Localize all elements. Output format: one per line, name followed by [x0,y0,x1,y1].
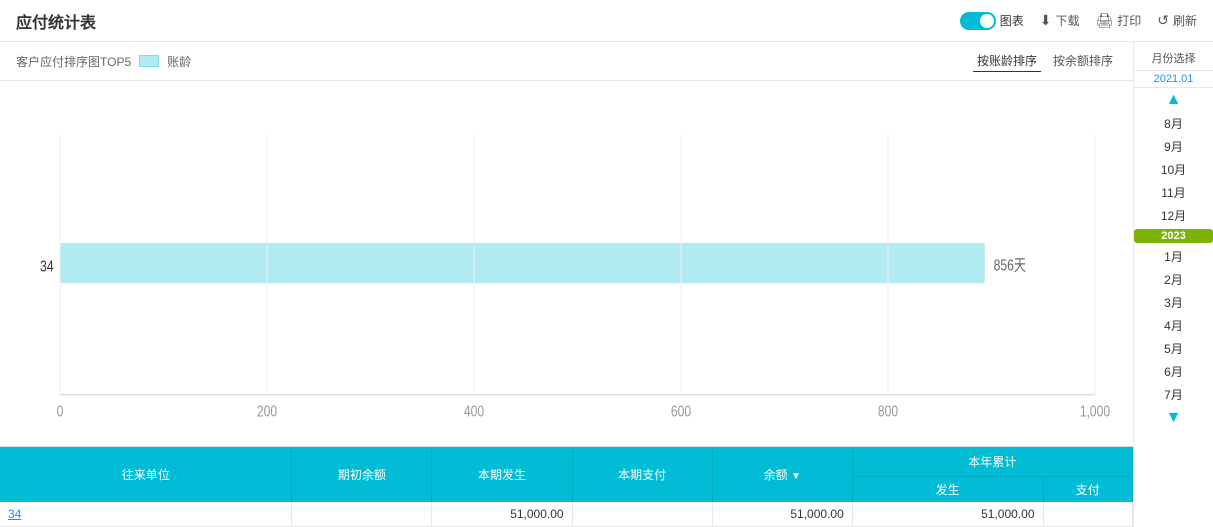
month-item-11[interactable]: 11月 [1134,181,1213,204]
month-item-3[interactable]: 3月 [1134,291,1213,314]
svg-text:0: 0 [57,402,64,420]
print-button[interactable]: 🖨 打印 [1095,12,1141,29]
legend-label: 客户应付排序图TOP5 [16,53,131,70]
svg-text:856天: 856天 [994,256,1026,274]
year-input[interactable]: 2021.01 [1134,71,1213,88]
month-item-1[interactable]: 1月 [1134,245,1213,268]
data-table: 往来单位 期初余额 本期发生 本期支付 余额 ▼ 本年累计 发生 [0,447,1133,527]
download-label: 下载 [1055,12,1079,29]
nav-up-arrow[interactable]: ▲ [1164,90,1184,110]
header-actions: 图表 ⬇ 下载 🖨 打印 ↺ 刷新 [960,12,1197,30]
chart-topbar: 客户应付排序图TOP5 账龄 按账龄排序 按余额排序 [0,42,1133,81]
chart-area: 34 856天 0 200 400 600 800 1,000 [0,81,1133,446]
table-row: 34 51,000.00 51,000.00 51,000.00 [0,502,1133,527]
col-current-occur-header: 本期发生 [432,447,572,502]
chart-panel: 客户应付排序图TOP5 账龄 按账龄排序 按余额排序 34 856天 [0,42,1133,527]
chart-sort-buttons: 按账龄排序 按余额排序 [973,50,1117,72]
bar-chart: 34 856天 0 200 400 600 800 1,000 [16,91,1117,438]
chart-legend: 客户应付排序图TOP5 账龄 [16,53,191,70]
svg-text:800: 800 [878,402,898,420]
refresh-label: 刷新 [1173,12,1197,29]
chart-toggle[interactable] [960,12,996,30]
month-item-10[interactable]: 10月 [1134,158,1213,181]
refresh-button[interactable]: ↺ 刷新 [1157,12,1197,29]
sidebar-title: 月份选择 [1134,46,1213,71]
svg-text:1,000: 1,000 [1080,402,1110,420]
cell-current-pay [572,502,712,527]
chart-toggle-wrap: 图表 [960,12,1024,30]
cell-balance: 51,000.00 [712,502,852,527]
col-ytd-occur-header: 发生 [852,477,1043,503]
svg-text:600: 600 [671,402,691,420]
col-ytd-header: 本年累计 [852,447,1132,477]
svg-text:400: 400 [464,402,484,420]
month-item-12[interactable]: 12月 [1134,204,1213,227]
sort-by-balance-button[interactable]: 按余额排序 [1049,50,1117,72]
month-item-2[interactable]: 2月 [1134,268,1213,291]
refresh-icon: ↺ [1157,12,1169,29]
col-opening-header: 期初余额 [292,447,432,502]
svg-text:34: 34 [40,257,54,275]
download-icon: ⬇ [1040,12,1052,29]
download-button[interactable]: ⬇ 下载 [1040,12,1080,29]
month-list: 8月 9月 10月 11月 12月 2023 1月 2月 3月 4月 5月 6月… [1134,112,1213,406]
cell-ytd-occur: 51,000.00 [852,502,1043,527]
header: 应付统计表 图表 ⬇ 下载 🖨 打印 ↺ 刷新 [0,0,1213,42]
month-item-6[interactable]: 6月 [1134,360,1213,383]
cell-ytd-pay [1043,502,1133,527]
nav-down-arrow[interactable]: ▼ [1164,408,1184,428]
chart-toggle-label: 图表 [1000,12,1024,29]
col-balance-header: 余额 ▼ [712,447,852,502]
legend-box [139,55,159,67]
cell-unit[interactable]: 34 [0,502,292,527]
col-ytd-pay-header: 支付 [1043,477,1133,503]
month-item-8[interactable]: 8月 [1134,112,1213,135]
svg-text:200: 200 [257,402,277,420]
col-current-pay-header: 本期支付 [572,447,712,502]
content-area: 客户应付排序图TOP5 账龄 按账龄排序 按余额排序 34 856天 [0,42,1213,527]
col-unit-header: 往来单位 [0,447,292,502]
month-item-7[interactable]: 7月 [1134,383,1213,406]
legend-box-label: 账龄 [167,53,191,70]
month-item-5[interactable]: 5月 [1134,337,1213,360]
cell-current-occur: 51,000.00 [432,502,572,527]
print-icon: 🖨 [1095,12,1113,29]
table-area: 往来单位 期初余额 本期发生 本期支付 余额 ▼ 本年累计 发生 [0,446,1133,527]
cell-opening [292,502,432,527]
main-container: 应付统计表 图表 ⬇ 下载 🖨 打印 ↺ 刷新 [0,0,1213,527]
month-selector-sidebar: 月份选择 2021.01 ▲ 8月 9月 10月 11月 12月 2023 1月… [1133,42,1213,527]
month-item-9[interactable]: 9月 [1134,135,1213,158]
year-badge-2023: 2023 [1134,229,1213,243]
month-item-4[interactable]: 4月 [1134,314,1213,337]
sort-by-age-button[interactable]: 按账龄排序 [973,50,1041,72]
print-label: 打印 [1117,12,1141,29]
page-title: 应付统计表 [16,9,96,33]
